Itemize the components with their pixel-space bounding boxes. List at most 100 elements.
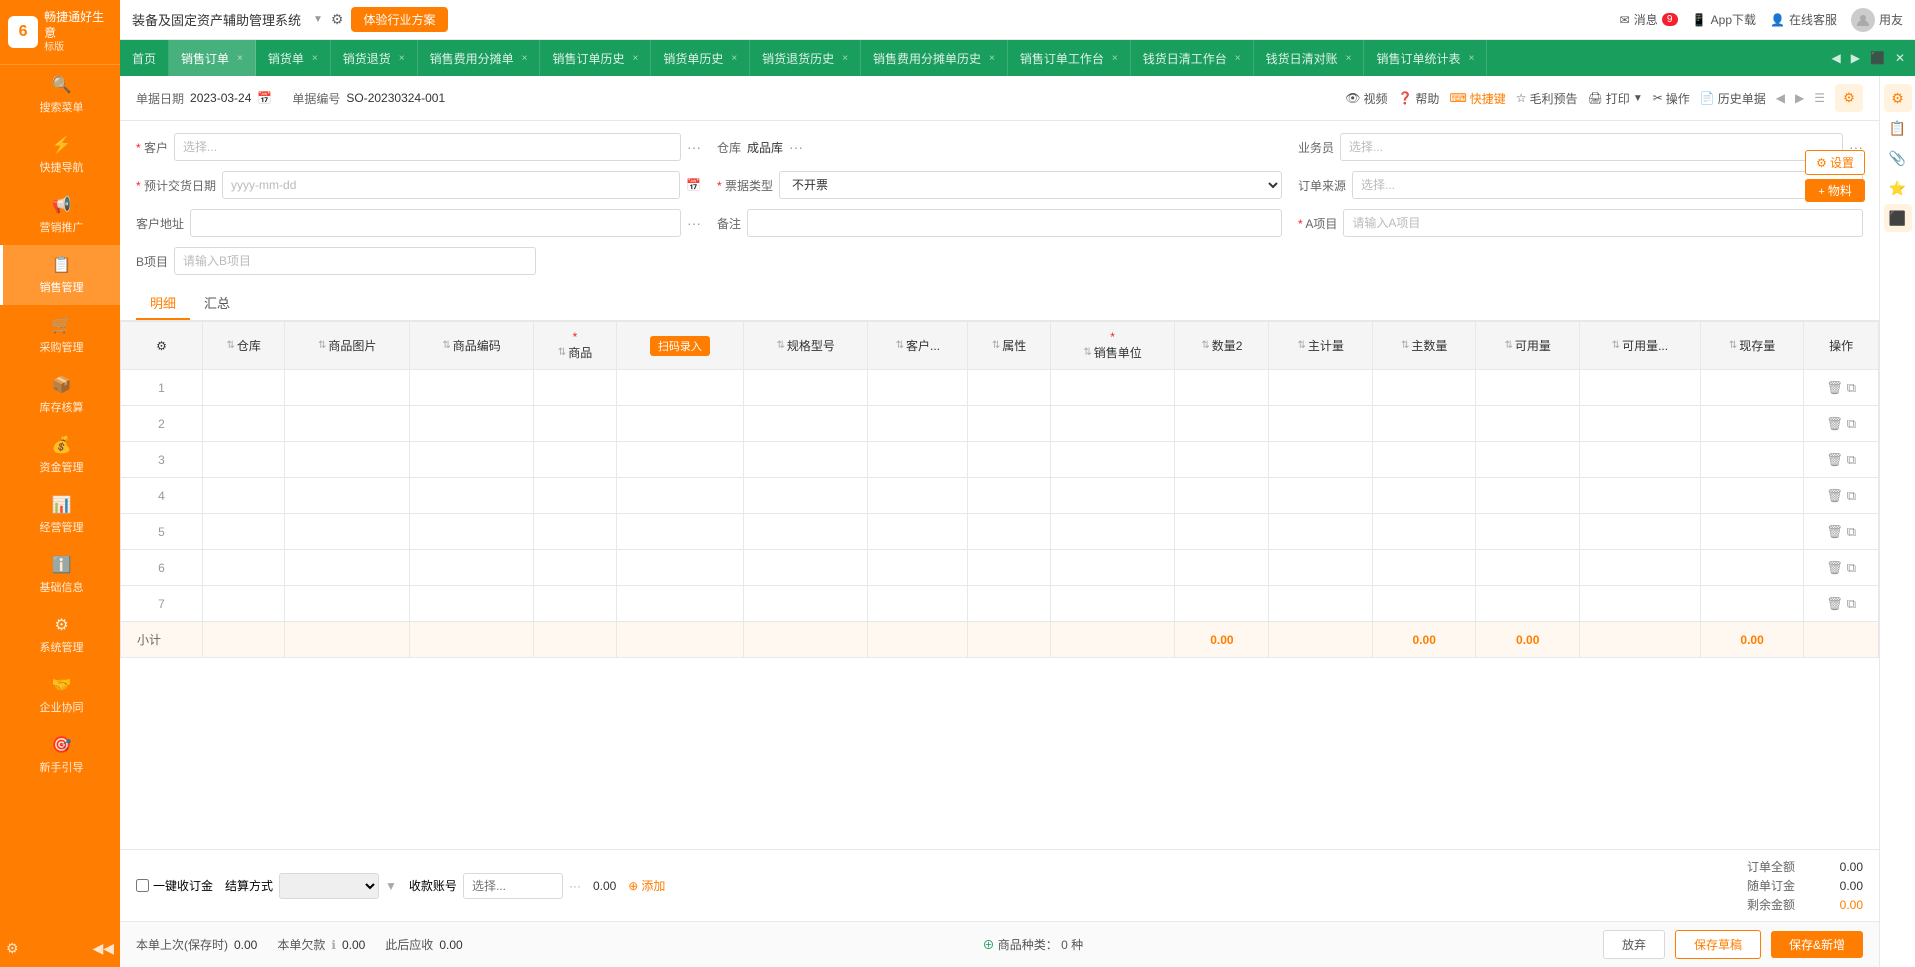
delivery-date-input[interactable]: [222, 171, 680, 199]
system-dropdown-arrow[interactable]: ▼: [313, 14, 323, 25]
rs-star-icon[interactable]: 📎: [1884, 144, 1912, 172]
print-btn[interactable]: 🖨 打印 ▼: [1588, 90, 1643, 107]
account-more-icon[interactable]: ···: [569, 879, 581, 893]
topbar-settings-icon[interactable]: ⚙: [331, 11, 344, 28]
copy-icon[interactable]: ⧉: [1847, 560, 1856, 576]
nav-tab-10[interactable]: 钱货日清工作台×: [1131, 40, 1254, 76]
scan-btn[interactable]: 扫码录入: [650, 336, 710, 356]
nav-expand-icon[interactable]: ⬛: [1866, 47, 1889, 69]
nav-tab-close[interactable]: ×: [312, 53, 318, 64]
nav-tab-9[interactable]: 销售订单工作台×: [1008, 40, 1131, 76]
nav-tab-close[interactable]: ×: [842, 53, 848, 64]
nav-tab-close[interactable]: ×: [1112, 53, 1118, 64]
table-wrap[interactable]: ⚙⇅仓库⇅商品图片⇅商品编码⇅商品扫码录入⇅规格型号⇅客户...⇅属性⇅销售单位…: [120, 321, 1879, 849]
rs-qr-icon[interactable]: ⬛: [1884, 204, 1912, 232]
nav-tab-0[interactable]: 首页: [120, 40, 169, 76]
rs-settings-icon[interactable]: ⚙: [1884, 84, 1912, 112]
invoice-type-select[interactable]: 不开票: [779, 171, 1282, 199]
add-item-btn[interactable]: + 物料: [1805, 179, 1865, 202]
product-count-icon[interactable]: ⊕: [982, 938, 994, 952]
payment-method-select[interactable]: [279, 873, 379, 899]
copy-icon[interactable]: ⧉: [1847, 524, 1856, 540]
nav-tab-close[interactable]: ×: [1235, 53, 1241, 64]
nav-tab-3[interactable]: 销货退货×: [331, 40, 418, 76]
nav-tab-5[interactable]: 销售订单历史×: [540, 40, 651, 76]
sidebar-item-销售管理[interactable]: 📋 销售管理: [0, 245, 120, 305]
delete-icon[interactable]: 🗑: [1826, 452, 1843, 468]
cell-actions[interactable]: 🗑 ⧉: [1804, 442, 1879, 478]
copy-icon[interactable]: ⧉: [1847, 452, 1856, 468]
nav-close-icon[interactable]: ✕: [1891, 47, 1909, 69]
copy-icon[interactable]: ⧉: [1847, 416, 1856, 432]
cell-actions[interactable]: 🗑 ⧉: [1804, 478, 1879, 514]
message-item[interactable]: ✉ 消息 9: [1620, 11, 1678, 28]
calendar-icon[interactable]: 📅: [257, 91, 272, 105]
discard-button[interactable]: 放弃: [1603, 930, 1665, 959]
nav-tab-close[interactable]: ×: [1468, 53, 1474, 64]
one-click-checkbox-input[interactable]: [136, 879, 149, 892]
sidebar-item-系统管理[interactable]: ⚙ 系统管理: [0, 605, 120, 665]
nav-tab-7[interactable]: 销货退货历史×: [750, 40, 861, 76]
next-arrow[interactable]: ▶: [1795, 91, 1804, 105]
warehouse-more-icon[interactable]: ···: [789, 139, 803, 155]
nav-tab-12[interactable]: 销售订单统计表×: [1364, 40, 1487, 76]
list-view-icon[interactable]: ☰: [1814, 91, 1825, 105]
delete-icon[interactable]: 🗑: [1826, 596, 1843, 612]
customer-address-input[interactable]: [190, 209, 681, 237]
app-download-item[interactable]: 📱 App下载: [1692, 11, 1756, 28]
print-dropdown-icon[interactable]: ▼: [1633, 93, 1643, 104]
payment-dropdown-icon[interactable]: ▼: [385, 879, 397, 893]
view-btn[interactable]: 👁 视频: [1345, 90, 1387, 107]
customer-more-icon[interactable]: ···: [687, 139, 701, 155]
customer-input[interactable]: [174, 133, 681, 161]
delivery-cal-icon[interactable]: 📅: [686, 178, 701, 192]
sidebar-item-库存核算[interactable]: 📦 库存核算: [0, 365, 120, 425]
one-click-checkbox[interactable]: 一键收订金: [136, 877, 213, 894]
nav-tab-4[interactable]: 销售费用分摊单×: [418, 40, 541, 76]
cell-actions[interactable]: 🗑 ⧉: [1804, 586, 1879, 622]
sidebar-item-快捷导航[interactable]: ⚡ 快捷导航: [0, 125, 120, 185]
rs-bookmark-icon[interactable]: ⭐: [1884, 174, 1912, 202]
draft-button[interactable]: 保存草稿: [1675, 930, 1761, 959]
tab-明细[interactable]: 明细: [136, 287, 190, 320]
salesperson-input[interactable]: [1340, 133, 1843, 161]
nav-tab-close[interactable]: ×: [1346, 53, 1352, 64]
delete-icon[interactable]: 🗑: [1826, 524, 1843, 540]
user-item[interactable]: 用友: [1851, 8, 1903, 32]
tab-汇总[interactable]: 汇总: [190, 287, 244, 320]
nav-tab-1[interactable]: 销售订单×: [169, 40, 256, 76]
nav-next-arrow[interactable]: ▶: [1847, 47, 1864, 69]
sidebar-item-经营管理[interactable]: 📊 经营管理: [0, 485, 120, 545]
settings-orange-icon[interactable]: ⚙: [1835, 84, 1863, 112]
save-button[interactable]: 保存&新增: [1771, 931, 1863, 958]
online-service-item[interactable]: 👤 在线客服: [1770, 11, 1837, 28]
add-payment-btn[interactable]: ⊕ 添加: [628, 877, 665, 894]
a-project-input[interactable]: [1343, 209, 1863, 237]
nav-tab-close[interactable]: ×: [989, 53, 995, 64]
rs-attach-icon[interactable]: 📋: [1884, 114, 1912, 142]
prev-arrow[interactable]: ◀: [1776, 91, 1785, 105]
settings-icon[interactable]: ⚙: [6, 940, 19, 957]
shortcut-btn[interactable]: ⌨ 快捷键: [1449, 90, 1505, 107]
help-btn[interactable]: ❓ 帮助: [1397, 90, 1439, 107]
copy-icon[interactable]: ⧉: [1847, 488, 1856, 504]
b-project-input[interactable]: [174, 247, 536, 275]
nav-tab-close[interactable]: ×: [632, 53, 638, 64]
delete-icon[interactable]: 🗑: [1826, 380, 1843, 396]
collapse-icon[interactable]: ◀◀: [92, 940, 114, 957]
nav-tab-close[interactable]: ×: [237, 53, 243, 64]
cell-actions[interactable]: 🗑 ⧉: [1804, 550, 1879, 586]
settings-btn[interactable]: ⚙ 设置: [1805, 150, 1865, 175]
sidebar-item-营销推广[interactable]: 📢 营销推广: [0, 185, 120, 245]
sidebar-item-资金管理[interactable]: 💰 资金管理: [0, 425, 120, 485]
cell-actions[interactable]: 🗑 ⧉: [1804, 406, 1879, 442]
sidebar-item-搜索菜单[interactable]: 🔍 搜索菜单: [0, 65, 120, 125]
profit-btn[interactable]: ☆ 毛利预告: [1516, 90, 1578, 107]
history-btn[interactable]: 📄 历史单据: [1700, 90, 1766, 107]
address-more-icon[interactable]: ···: [687, 215, 701, 231]
nav-tab-close[interactable]: ×: [522, 53, 528, 64]
nav-tab-close[interactable]: ×: [399, 53, 405, 64]
nav-tab-2[interactable]: 销货单×: [256, 40, 331, 76]
sidebar-item-基础信息[interactable]: ℹ️ 基础信息: [0, 545, 120, 605]
nav-tab-6[interactable]: 销货单历史×: [651, 40, 750, 76]
